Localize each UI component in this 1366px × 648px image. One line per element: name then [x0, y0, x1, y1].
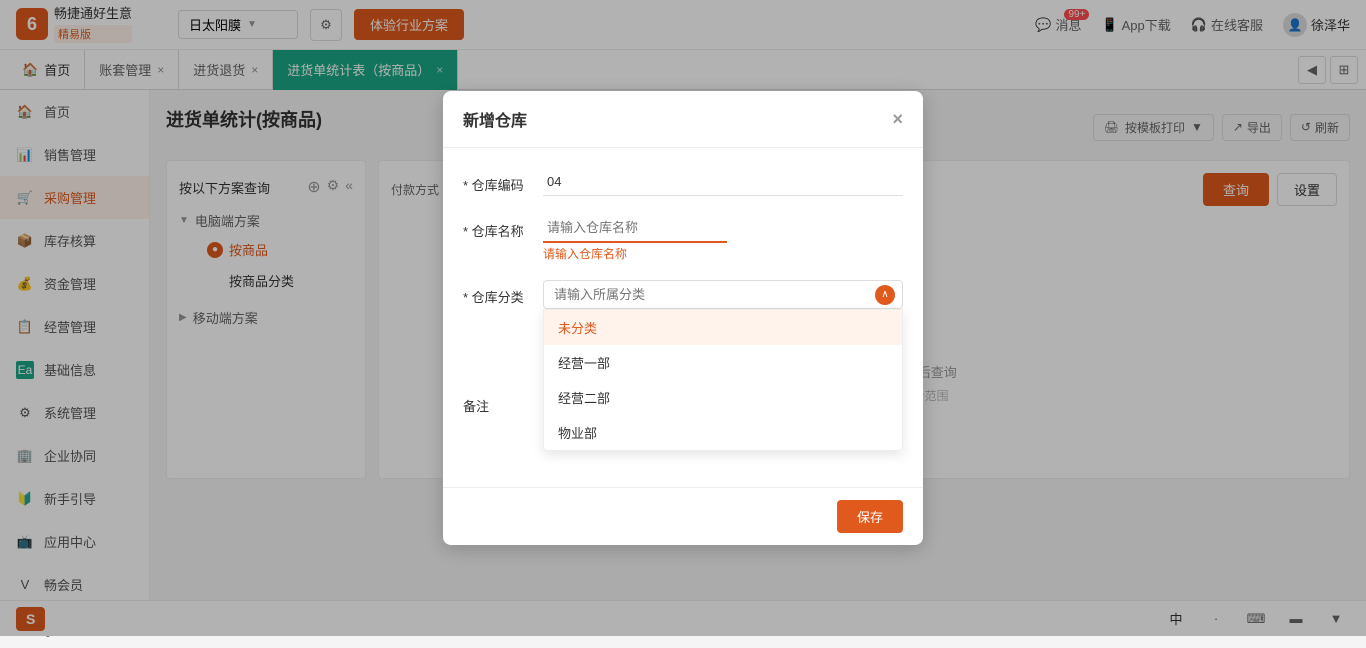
modal-footer: 保存: [443, 487, 923, 545]
dropdown-item-dept3[interactable]: 物业部: [544, 415, 902, 450]
code-input[interactable]: [543, 168, 903, 196]
note-label: 备注: [463, 389, 543, 415]
category-dropdown: 未分类 经营一部 经营二部 物业部: [543, 309, 903, 451]
modal-header: 新增仓库 ×: [443, 91, 923, 148]
category-select-wrapper: ∧ 未分类 经营一部 经营二部 物业部: [543, 280, 903, 309]
dropdown-item-uncategorized[interactable]: 未分类: [544, 310, 902, 345]
name-input[interactable]: [543, 214, 727, 243]
category-label: * 仓库分类: [463, 280, 543, 306]
modal-close-button[interactable]: ×: [892, 109, 903, 130]
category-input[interactable]: [543, 280, 903, 309]
dropdown-item-dept1[interactable]: 经营一部: [544, 345, 902, 380]
name-label: * 仓库名称: [463, 214, 543, 240]
save-button[interactable]: 保存: [837, 500, 903, 533]
add-warehouse-modal: 新增仓库 × * 仓库编码 * 仓库名称 请输入仓库名称: [443, 91, 923, 545]
modal-title: 新增仓库: [463, 107, 527, 131]
code-label: * 仓库编码: [463, 168, 543, 194]
name-error-msg: 请输入仓库名称: [543, 245, 727, 262]
form-row-name: * 仓库名称 请输入仓库名称: [463, 214, 903, 262]
category-chevron-button[interactable]: ∧: [875, 285, 895, 305]
form-row-code: * 仓库编码: [463, 168, 903, 196]
dropdown-item-dept2[interactable]: 经营二部: [544, 380, 902, 415]
modal-body: * 仓库编码 * 仓库名称 请输入仓库名称 * 仓库分类 ∧: [443, 148, 923, 487]
form-row-category: * 仓库分类 ∧ 未分类 经营一部 经营二部 物业部: [463, 280, 903, 309]
modal-overlay: 新增仓库 × * 仓库编码 * 仓库名称 请输入仓库名称: [0, 0, 1366, 636]
